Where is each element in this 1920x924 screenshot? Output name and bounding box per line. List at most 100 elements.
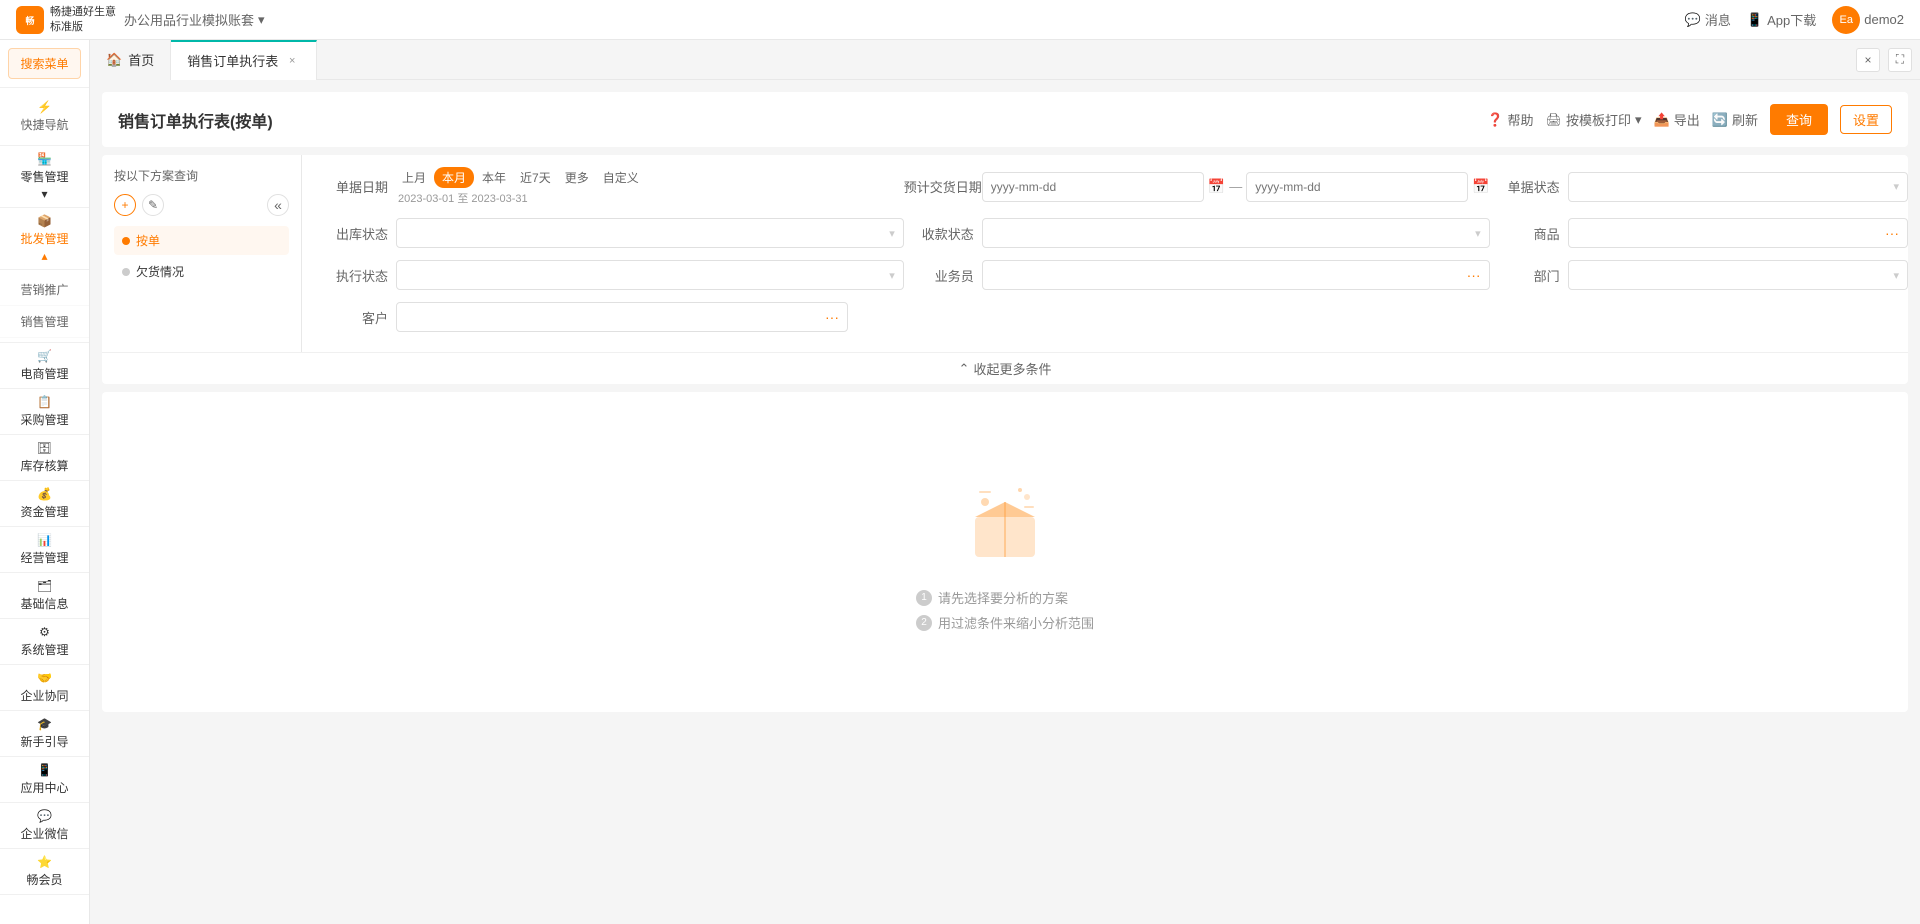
customer-label: 客户 — [318, 308, 388, 327]
order-status-select[interactable]: ▾ — [1568, 172, 1908, 202]
app-download-item[interactable]: 📱 App下载 — [1747, 10, 1816, 29]
sidebar-item-retail[interactable]: 🏪 零售管理 ▾ — [0, 146, 89, 208]
sidebar-item-finance[interactable]: 💰 资金管理 — [0, 481, 89, 527]
quick-date-7days[interactable]: 近7天 — [514, 167, 557, 188]
sidebar-item-newuser[interactable]: 🎓 新手引导 — [0, 711, 89, 757]
svg-text:畅: 畅 — [25, 15, 34, 26]
quick-date-more[interactable]: 更多 — [559, 167, 595, 188]
filter-card: 按以下方案查询 + ✎ « 按单 — [102, 155, 1908, 384]
filter-row-4: 客户 ··· — [318, 302, 1908, 340]
sidebar-item-wechat[interactable]: 💬 企业微信 — [0, 803, 89, 849]
help-button[interactable]: ❓ 帮助 — [1487, 110, 1533, 129]
add-scheme-button[interactable]: + — [114, 194, 136, 216]
date-label: 单据日期 — [318, 177, 388, 196]
sidebar-item-inventory[interactable]: 🗄 库存核算 — [0, 435, 89, 481]
sidebar-item-purchase[interactable]: 📋 采购管理 — [0, 389, 89, 435]
order-status-label: 单据状态 — [1490, 177, 1560, 196]
basic-icon: 🗂 — [37, 579, 52, 593]
sidebar-item-system[interactable]: ⚙ 系统管理 — [0, 619, 89, 665]
export-icon: 📤 — [1654, 112, 1670, 128]
refresh-button[interactable]: 🔄 刷新 — [1712, 110, 1758, 129]
filter-item-exec: 执行状态 ▾ — [318, 260, 904, 290]
goods-dots: ··· — [1885, 225, 1899, 241]
sidebar-item-appcenter[interactable]: 📱 应用中心 — [0, 757, 89, 803]
page-content: 销售订单执行表(按单) ❓ 帮助 🖨 按模板打印 ▾ 📤 导出 — [90, 80, 1920, 924]
dept-select[interactable]: ▾ — [1568, 260, 1908, 290]
quick-date-custom[interactable]: 自定义 — [597, 167, 645, 188]
scheme-item-0[interactable]: 按单 — [114, 226, 289, 255]
user-area[interactable]: Ea demo2 — [1832, 6, 1904, 34]
message-item[interactable]: 💬 消息 — [1685, 10, 1731, 29]
expected-end-date[interactable] — [1246, 172, 1468, 202]
edit-scheme-button[interactable]: ✎ — [142, 194, 164, 216]
expected-date-label: 预计交货日期 — [904, 177, 974, 196]
sidebar-item-basic[interactable]: 🗂 基础信息 — [0, 573, 89, 619]
filter-item-goods: 商品 ··· — [1490, 218, 1908, 248]
breadcrumb-arrow: ▾ — [258, 12, 265, 28]
tab-home[interactable]: 🏠 首页 — [90, 40, 171, 80]
scheme-item-1[interactable]: 欠货情况 — [114, 257, 289, 286]
salesperson-dots: ··· — [1467, 267, 1481, 283]
sidebar-item-quick-nav[interactable]: ⚡ 快捷导航 — [0, 92, 89, 141]
app-download-icon: 📱 — [1747, 12, 1763, 28]
wholesale-chevron: ▴ — [41, 249, 47, 263]
print-button[interactable]: 🖨 按模板打印 ▾ — [1546, 110, 1642, 129]
payment-status-select[interactable]: ▾ — [982, 218, 1490, 248]
query-button[interactable]: 查询 — [1770, 104, 1828, 135]
exec-status-select[interactable]: ▾ — [396, 260, 904, 290]
page-title: 销售订单执行表(按单) — [118, 108, 273, 132]
tab-bar-actions: × ⛶ — [1856, 48, 1920, 72]
sidebar-item-enterprise[interactable]: 🤝 企业协同 — [0, 665, 89, 711]
sidebar-item-wholesale[interactable]: 📦 批发管理 ▴ — [0, 208, 89, 270]
newuser-icon: 🎓 — [37, 717, 52, 731]
sidebar-item-ecommerce[interactable]: 🛒 电商管理 — [0, 343, 89, 389]
empty-tip-2: 2 用过滤条件来缩小分析范围 — [916, 613, 1094, 632]
sidebar-item-membership[interactable]: ⭐ 畅会员 — [0, 849, 89, 895]
delivery-label: 出库状态 — [318, 224, 388, 243]
empty-illustration — [955, 472, 1055, 572]
empty-state: 1 请先选择要分析的方案 2 用过滤条件来缩小分析范围 — [102, 392, 1908, 712]
appcenter-icon: 📱 — [37, 763, 52, 777]
window-close-button[interactable]: × — [1856, 48, 1880, 72]
tip-text-2: 用过滤条件来缩小分析范围 — [938, 613, 1094, 632]
search-menu-button[interactable]: 搜索菜单 — [8, 48, 81, 79]
filter-row-3: 执行状态 ▾ 业务员 ·· — [318, 260, 1908, 290]
retail-icon: 🏪 — [37, 152, 52, 166]
customer-select[interactable]: ··· — [396, 302, 848, 332]
quick-nav-icon: ⚡ — [37, 100, 52, 114]
header-right: 💬 消息 📱 App下载 Ea demo2 — [1685, 6, 1904, 34]
sidebar-search: 搜索菜单 — [0, 40, 89, 88]
logo-text: 畅捷通好生意 标准版 — [50, 5, 116, 34]
expected-start-date[interactable] — [982, 172, 1204, 202]
sidebar-item-marketing[interactable]: 营销推广 — [0, 274, 89, 306]
end-date-icon[interactable]: 📅 — [1472, 178, 1489, 195]
sidebar-quick-nav: ⚡ 快捷导航 — [0, 88, 89, 146]
window-expand-button[interactable]: ⛶ — [1888, 48, 1912, 72]
quick-date-last-month[interactable]: 上月 — [396, 167, 432, 188]
tab-close-button[interactable]: × — [284, 53, 300, 69]
collapse-scheme-button[interactable]: « — [267, 194, 289, 216]
delivery-status-select[interactable]: ▾ — [396, 218, 904, 248]
breadcrumb[interactable]: 办公用品行业模拟账套 ▾ — [124, 10, 265, 29]
sidebar-item-operation[interactable]: 📊 经营管理 — [0, 527, 89, 573]
logo-icon: 畅 — [16, 6, 44, 34]
user-name: demo2 — [1864, 12, 1904, 27]
filter-item-dept: 部门 ▾ — [1490, 260, 1908, 290]
empty-tip-1: 1 请先选择要分析的方案 — [916, 588, 1094, 607]
payment-label: 收款状态 — [904, 224, 974, 243]
quick-date-this-year[interactable]: 本年 — [476, 167, 512, 188]
sidebar-item-sales[interactable]: 销售管理 — [0, 306, 89, 338]
exec-chevron: ▾ — [889, 269, 895, 282]
goods-select[interactable]: ··· — [1568, 218, 1908, 248]
wechat-icon: 💬 — [37, 809, 52, 823]
start-date-icon[interactable]: 📅 — [1208, 178, 1225, 195]
export-button[interactable]: 📤 导出 — [1654, 110, 1700, 129]
tab-sales-order[interactable]: 销售订单执行表 × — [171, 40, 317, 80]
settings-button[interactable]: 设置 — [1840, 105, 1892, 134]
salesperson-select[interactable]: ··· — [982, 260, 1490, 290]
quick-date-this-month[interactable]: 本月 — [434, 167, 474, 188]
message-icon: 💬 — [1685, 12, 1701, 28]
date-range-hint: 2023-03-01 至 2023-03-31 — [396, 190, 904, 206]
collapse-more-button[interactable]: ⌃ 收起更多条件 — [102, 352, 1908, 384]
operation-icon: 📊 — [37, 533, 52, 547]
